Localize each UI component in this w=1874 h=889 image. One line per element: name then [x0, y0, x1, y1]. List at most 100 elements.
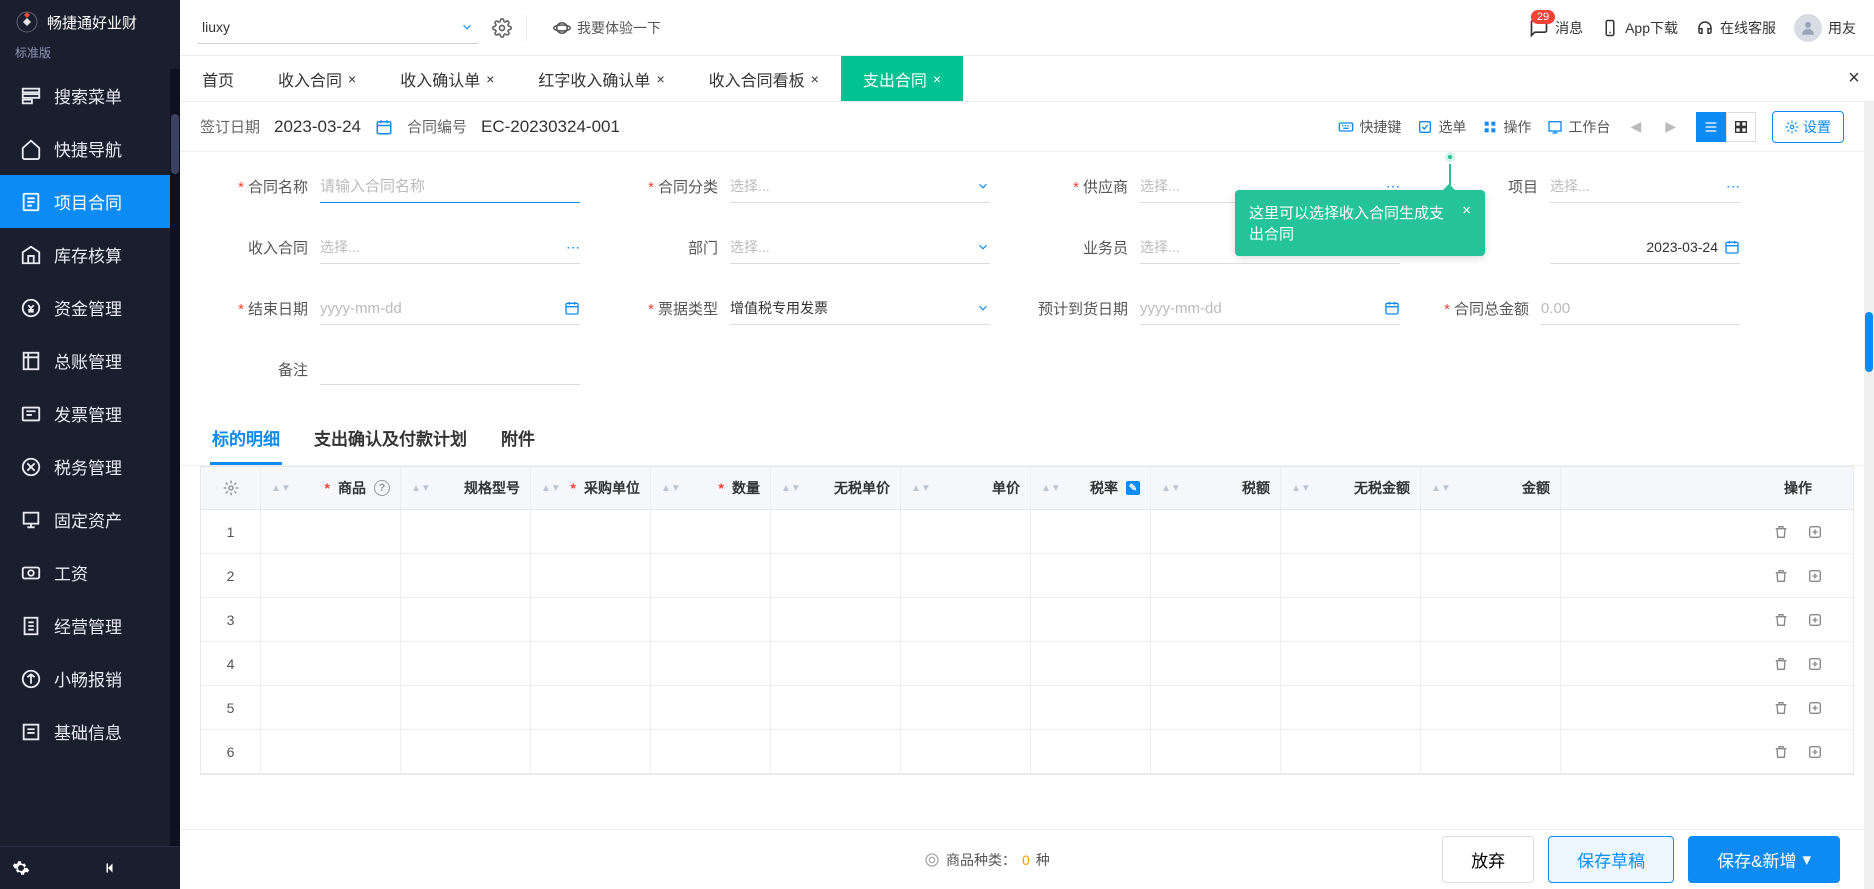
dtab-attach[interactable]: 附件 [499, 413, 537, 465]
total-amount-input[interactable] [1541, 293, 1740, 325]
add-row-icon[interactable] [1807, 656, 1823, 672]
field-start-date: x 2023-03-24 [1440, 231, 1740, 264]
tab-close-icon[interactable]: × [348, 71, 356, 87]
discard-button[interactable]: 放弃 [1442, 836, 1534, 883]
save-draft-button[interactable]: 保存草稿 [1548, 836, 1674, 883]
end-date-input[interactable] [320, 293, 580, 325]
nav-ledger[interactable]: 总账管理 [0, 334, 170, 387]
dtab-payment[interactable]: 支出确认及付款计划 [312, 413, 469, 465]
tab-expense-contract[interactable]: 支出合同× [841, 56, 963, 101]
nav-assets[interactable]: 固定资产 [0, 493, 170, 546]
table-row[interactable]: 1 [201, 510, 1853, 554]
settings-button[interactable]: 设置 [1772, 111, 1844, 143]
sort-icon[interactable]: ▲▼ [1431, 485, 1451, 492]
sort-icon[interactable]: ▲▼ [911, 485, 931, 492]
tab-income-board[interactable]: 收入合同看板× [687, 56, 841, 101]
app-download-button[interactable]: App下载 [1601, 18, 1678, 38]
delete-row-icon[interactable] [1773, 524, 1789, 540]
nav-basic[interactable]: 基础信息 [0, 705, 170, 758]
save-new-button[interactable]: 保存&新增▾ [1688, 836, 1840, 883]
nav-search-menu[interactable]: 搜索菜单 [0, 69, 170, 122]
nav-expense[interactable]: 小畅报销 [0, 652, 170, 705]
user-selector[interactable]: liuxy [198, 11, 478, 44]
gear-icon[interactable] [492, 18, 512, 38]
dtab-items[interactable]: 标的明细 [210, 413, 282, 465]
sort-icon[interactable]: ▲▼ [661, 485, 681, 492]
close-all-tabs[interactable]: × [1834, 56, 1874, 101]
nav-invoice[interactable]: 发票管理 [0, 387, 170, 440]
nav-tax[interactable]: 税务管理 [0, 440, 170, 493]
expect-date-input[interactable] [1140, 293, 1400, 325]
tab-close-icon[interactable]: × [811, 71, 819, 87]
sort-icon[interactable]: ▲▼ [1161, 485, 1181, 492]
nav-salary[interactable]: 工资 [0, 546, 170, 599]
tab-close-icon[interactable]: × [486, 71, 494, 87]
nav-prev[interactable]: ◀ [1626, 118, 1645, 135]
sort-icon[interactable]: ▲▼ [411, 485, 431, 492]
add-row-icon[interactable] [1807, 568, 1823, 584]
delete-row-icon[interactable] [1773, 700, 1789, 716]
shortcut-action[interactable]: 快捷键 [1338, 117, 1401, 137]
nav-biz[interactable]: 经营管理 [0, 599, 170, 652]
project-select[interactable]: 选择...⋯ [1550, 170, 1740, 203]
table-row[interactable]: 5 [201, 686, 1853, 730]
department-select[interactable]: 选择... [730, 231, 990, 264]
field-contract-name: *合同名称 [210, 170, 580, 203]
help-icon[interactable]: ? [374, 480, 390, 496]
sort-icon[interactable]: ▲▼ [1291, 485, 1311, 492]
contract-cat-select[interactable]: 选择... [730, 170, 990, 203]
nav-funds[interactable]: 资金管理 [0, 281, 170, 334]
table-row[interactable]: 4 [201, 642, 1853, 686]
delete-row-icon[interactable] [1773, 744, 1789, 760]
table-row[interactable]: 3 [201, 598, 1853, 642]
add-row-icon[interactable] [1807, 744, 1823, 760]
tab-close-icon[interactable]: × [933, 71, 941, 87]
online-service-button[interactable]: 在线客服 [1696, 18, 1776, 38]
nav-next[interactable]: ▶ [1661, 118, 1680, 135]
add-row-icon[interactable] [1807, 612, 1823, 628]
invoice-type-select[interactable]: 增值税专用发票 [730, 292, 990, 325]
delete-row-icon[interactable] [1773, 656, 1789, 672]
table-row[interactable]: 2 [201, 554, 1853, 598]
workbench-action[interactable]: 工作台 [1547, 117, 1610, 137]
nav-quick[interactable]: 快捷导航 [0, 122, 170, 175]
sidebar-scrollbar[interactable] [170, 69, 180, 846]
table-config-button[interactable] [201, 467, 261, 509]
delete-row-icon[interactable] [1773, 568, 1789, 584]
sort-icon[interactable]: ▲▼ [541, 485, 561, 492]
ops-action[interactable]: 操作 [1482, 117, 1531, 137]
main-scrollbar[interactable] [1864, 102, 1874, 889]
messages-button[interactable]: 消息 29 [1529, 18, 1583, 38]
nav-project-contract[interactable]: 项目合同 [0, 175, 170, 228]
view-list-button[interactable] [1696, 112, 1726, 142]
tab-red-confirm[interactable]: 红字收入确认单× [516, 56, 686, 101]
tab-home[interactable]: 首页 [180, 56, 256, 101]
experience-link[interactable]: 我要体验一下 [541, 18, 673, 38]
sort-icon[interactable]: ▲▼ [781, 485, 801, 492]
user-menu[interactable]: 用友 [1794, 14, 1856, 42]
contract-name-input[interactable] [320, 178, 580, 195]
add-row-icon[interactable] [1807, 524, 1823, 540]
tab-income-confirm[interactable]: 收入确认单× [378, 56, 516, 101]
table-row[interactable]: 6 [201, 730, 1853, 774]
calendar-icon[interactable] [375, 118, 393, 136]
asset-icon [20, 509, 42, 531]
edit-icon[interactable]: ✎ [1126, 481, 1140, 495]
collapse-button[interactable] [90, 847, 180, 889]
select-action[interactable]: 选单 [1417, 117, 1466, 137]
view-grid-button[interactable] [1726, 112, 1756, 142]
start-date-input[interactable]: 2023-03-24 [1550, 232, 1740, 264]
income-contract-select[interactable]: 选择...⋯ [320, 231, 580, 264]
sort-icon[interactable]: ▲▼ [1041, 485, 1061, 492]
tooltip-close-icon[interactable]: × [1462, 202, 1471, 219]
add-row-icon[interactable] [1807, 700, 1823, 716]
delete-row-icon[interactable] [1773, 612, 1789, 628]
username-label: 用友 [1828, 18, 1856, 38]
sort-icon[interactable]: ▲▼ [271, 485, 291, 492]
settings-gear-button[interactable] [0, 847, 90, 889]
tab-income-contract[interactable]: 收入合同× [256, 56, 378, 101]
tab-close-icon[interactable]: × [656, 71, 664, 87]
headset-icon [1696, 19, 1714, 37]
nav-inventory[interactable]: 库存核算 [0, 228, 170, 281]
remark-input[interactable] [320, 353, 580, 385]
